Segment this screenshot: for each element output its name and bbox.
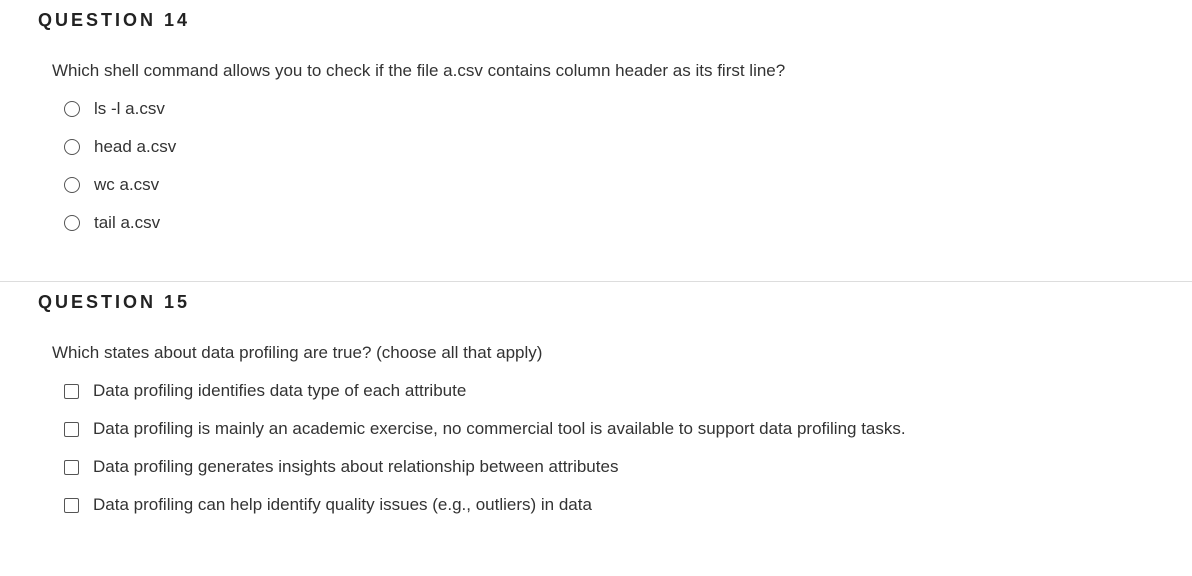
radio-option[interactable]: [64, 177, 80, 193]
option-label: wc a.csv: [94, 175, 159, 195]
option-row: Data profiling identifies data type of e…: [64, 381, 1192, 401]
question-15-block: QUESTION 15 Which states about data prof…: [0, 282, 1192, 563]
option-row: wc a.csv: [64, 175, 1192, 195]
radio-option[interactable]: [64, 215, 80, 231]
options-list: Data profiling identifies data type of e…: [64, 381, 1192, 515]
option-label: Data profiling generates insights about …: [93, 457, 618, 477]
options-list: ls -l a.csv head a.csv wc a.csv tail a.c…: [64, 99, 1192, 233]
question-title: QUESTION 14: [38, 10, 1192, 31]
option-row: Data profiling can help identify quality…: [64, 495, 1192, 515]
option-label: Data profiling is mainly an academic exe…: [93, 419, 906, 439]
question-prompt: Which states about data profiling are tr…: [52, 343, 1192, 363]
checkbox-option[interactable]: [64, 498, 79, 513]
option-label: Data profiling can help identify quality…: [93, 495, 592, 515]
option-row: ls -l a.csv: [64, 99, 1192, 119]
checkbox-option[interactable]: [64, 460, 79, 475]
question-14-block: QUESTION 14 Which shell command allows y…: [0, 0, 1192, 281]
option-row: head a.csv: [64, 137, 1192, 157]
question-title: QUESTION 15: [38, 292, 1192, 313]
option-label: Data profiling identifies data type of e…: [93, 381, 466, 401]
radio-option[interactable]: [64, 139, 80, 155]
option-label: tail a.csv: [94, 213, 160, 233]
option-row: Data profiling generates insights about …: [64, 457, 1192, 477]
checkbox-option[interactable]: [64, 384, 79, 399]
option-label: ls -l a.csv: [94, 99, 165, 119]
option-row: Data profiling is mainly an academic exe…: [64, 419, 1192, 439]
radio-option[interactable]: [64, 101, 80, 117]
checkbox-option[interactable]: [64, 422, 79, 437]
option-label: head a.csv: [94, 137, 176, 157]
option-row: tail a.csv: [64, 213, 1192, 233]
question-prompt: Which shell command allows you to check …: [52, 61, 1192, 81]
